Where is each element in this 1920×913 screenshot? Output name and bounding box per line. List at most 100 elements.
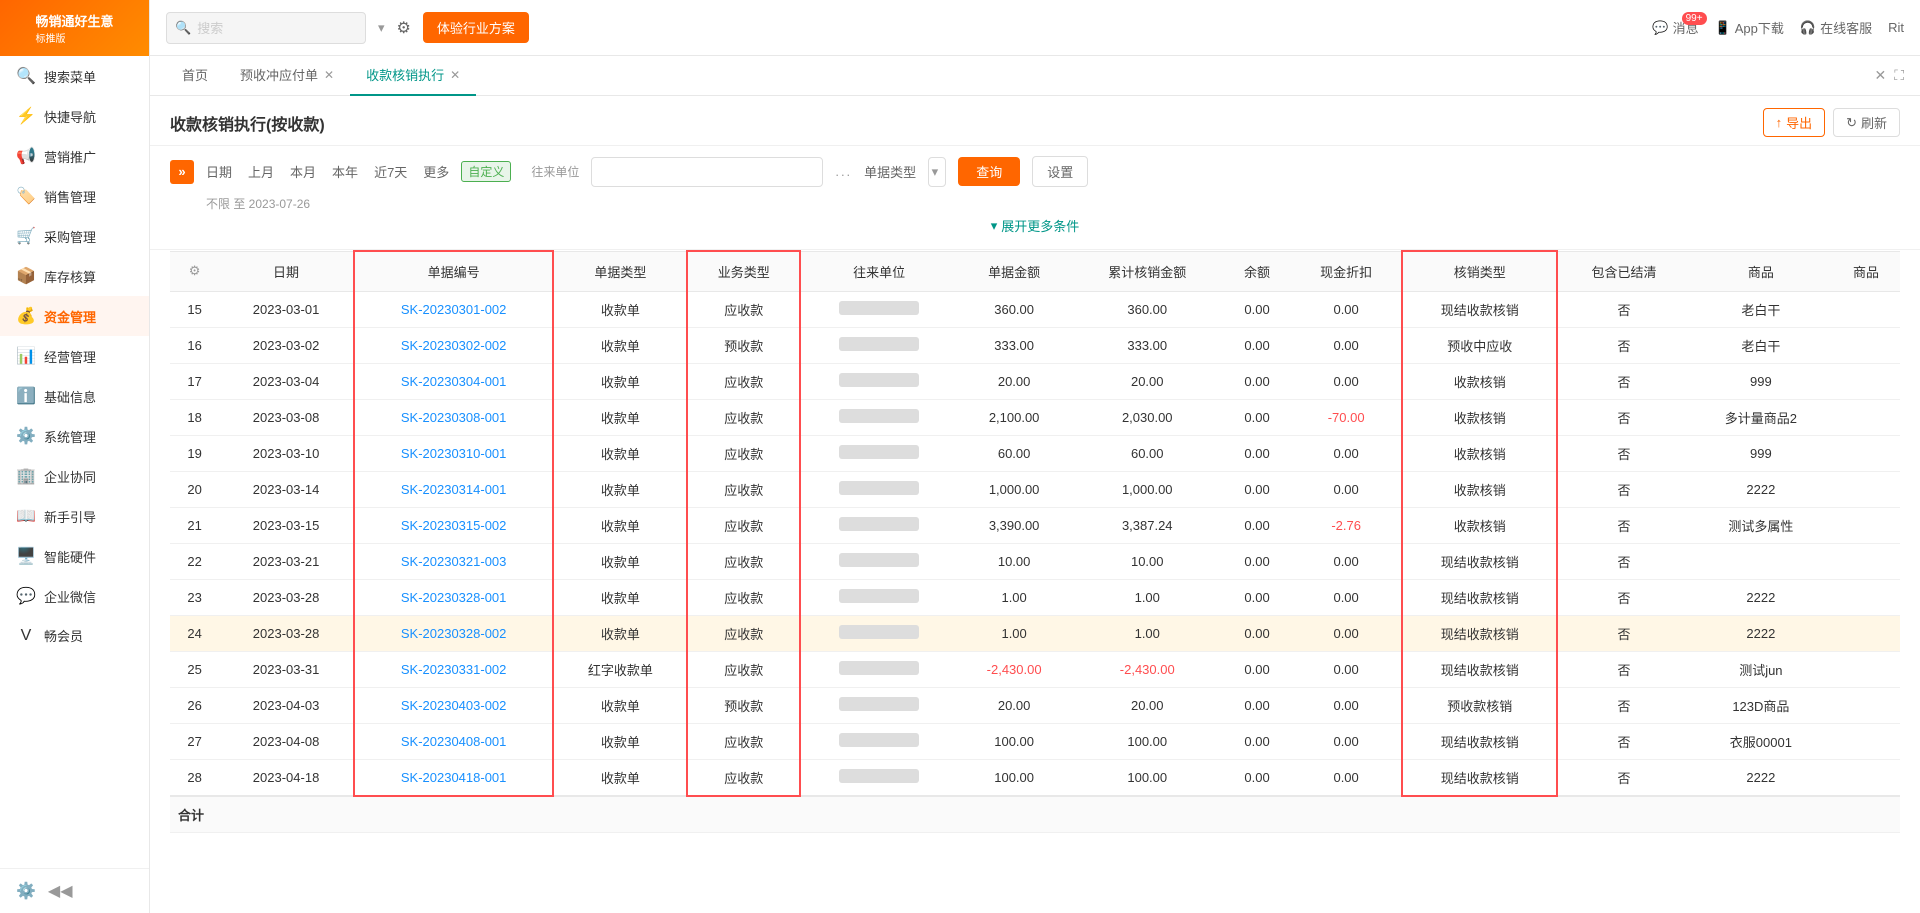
doc-type-select[interactable]	[928, 157, 946, 187]
sidebar-item-finance[interactable]: 💰 资金管理	[0, 296, 149, 336]
refresh-label: 刷新	[1861, 113, 1887, 132]
online-service-button[interactable]: 🎧 在线客服	[1800, 18, 1872, 37]
doc-no-link[interactable]: SK-20230304-001	[401, 374, 507, 389]
tab-close-icon[interactable]: ✕	[324, 68, 334, 82]
sidebar-item-marketing[interactable]: 📢 营销推广	[0, 136, 149, 176]
sidebar-item-sales[interactable]: 🏷️ 销售管理	[0, 176, 149, 216]
th-doc-type: 单据类型	[553, 251, 687, 292]
date-option-last-month[interactable]: 上月	[244, 160, 278, 183]
cell-verify-type: 收款核销	[1402, 364, 1557, 400]
cell-biz-type: 应收款	[687, 292, 800, 328]
doc-no-link[interactable]: SK-20230418-001	[401, 770, 507, 785]
refresh-button[interactable]: ↻ 刷新	[1833, 108, 1900, 137]
cell-party	[800, 364, 957, 400]
cell-doc-no[interactable]: SK-20230302-002	[354, 328, 553, 364]
cell-doc-no[interactable]: SK-20230331-002	[354, 652, 553, 688]
sidebar-item-purchase[interactable]: 🛒 采购管理	[0, 216, 149, 256]
cell-goods2	[1832, 472, 1900, 508]
party-filter-input[interactable]	[591, 157, 823, 187]
cell-num: 18	[170, 400, 219, 436]
cell-doc-no[interactable]: SK-20230328-001	[354, 580, 553, 616]
doc-no-link[interactable]: SK-20230308-001	[401, 410, 507, 425]
user-profile[interactable]: Rit	[1888, 20, 1904, 35]
cell-balance: 0.00	[1223, 328, 1291, 364]
cell-included: 否	[1557, 364, 1689, 400]
date-option-7days[interactable]: 近7天	[370, 160, 411, 183]
expand-more-conditions[interactable]: ▾ 展开更多条件	[991, 216, 1080, 235]
settings-bottom-icon[interactable]: ⚙️	[16, 881, 36, 901]
expand-filter-button[interactable]: »	[170, 160, 194, 184]
cell-doc-no[interactable]: SK-20230304-001	[354, 364, 553, 400]
cell-verified: 3,387.24	[1071, 508, 1223, 544]
table-gear-icon[interactable]: ⚙	[189, 263, 201, 278]
sidebar-item-basicinfo[interactable]: ℹ️ 基础信息	[0, 376, 149, 416]
cell-included: 否	[1557, 688, 1689, 724]
sidebar-item-system[interactable]: ⚙️ 系统管理	[0, 416, 149, 456]
close-window-icon[interactable]: ✕	[1874, 67, 1886, 84]
cell-doc-no[interactable]: SK-20230328-002	[354, 616, 553, 652]
cell-biz-type: 预收款	[687, 328, 800, 364]
export-button[interactable]: ↑ 导出	[1763, 108, 1826, 137]
doc-no-link[interactable]: SK-20230302-002	[401, 338, 507, 353]
sidebar-item-hardware[interactable]: 🖥️ 智能硬件	[0, 536, 149, 576]
date-option-this-month[interactable]: 本月	[286, 160, 320, 183]
doc-no-link[interactable]: SK-20230328-001	[401, 590, 507, 605]
sidebar-item-quicknav[interactable]: ⚡ 快捷导航	[0, 96, 149, 136]
doc-no-link[interactable]: SK-20230328-002	[401, 626, 507, 641]
cell-doc-type: 收款单	[553, 724, 687, 760]
collapse-icon[interactable]: ◀◀	[48, 881, 73, 901]
doc-no-link[interactable]: SK-20230301-002	[401, 302, 507, 317]
th-included: 包含已结清	[1557, 251, 1689, 292]
cell-doc-no[interactable]: SK-20230308-001	[354, 400, 553, 436]
sidebar-item-operations[interactable]: 📊 经营管理	[0, 336, 149, 376]
cell-doc-no[interactable]: SK-20230321-003	[354, 544, 553, 580]
industry-solution-button[interactable]: 体验行业方案	[423, 12, 529, 43]
cell-biz-type: 预收款	[687, 688, 800, 724]
cell-doc-no[interactable]: SK-20230403-002	[354, 688, 553, 724]
cell-verified: 60.00	[1071, 436, 1223, 472]
doc-no-link[interactable]: SK-20230331-002	[401, 662, 507, 677]
app-download-button[interactable]: 📱 App下载	[1715, 18, 1784, 37]
cell-doc-no[interactable]: SK-20230301-002	[354, 292, 553, 328]
doc-no-link[interactable]: SK-20230314-001	[401, 482, 507, 497]
messages-button[interactable]: 💬 消息 99+	[1652, 18, 1698, 37]
cell-amount: 10.00	[957, 544, 1072, 580]
sidebar-item-member[interactable]: V 畅会员	[0, 616, 149, 655]
sidebar-item-inventory[interactable]: 📦 库存核算	[0, 256, 149, 296]
tab-collection[interactable]: 收款核销执行 ✕	[350, 56, 476, 96]
table-area[interactable]: ⚙ 日期 单据编号 单据类型 业务类型 往来单位 单据金额 累计核销金额 余额 …	[150, 250, 1920, 913]
sidebar-item-wechat[interactable]: 💬 企业微信	[0, 576, 149, 616]
cell-num: 22	[170, 544, 219, 580]
custom-date-label[interactable]: 自定义	[461, 161, 511, 182]
cell-doc-no[interactable]: SK-20230418-001	[354, 760, 553, 797]
sidebar-item-enterprise[interactable]: 🏢 企业协同	[0, 456, 149, 496]
cell-doc-no[interactable]: SK-20230314-001	[354, 472, 553, 508]
doc-no-link[interactable]: SK-20230321-003	[401, 554, 507, 569]
maximize-icon[interactable]: ⛶	[1894, 67, 1904, 84]
sidebar-item-search[interactable]: 🔍 搜索菜单	[0, 56, 149, 96]
cell-verified: 1.00	[1071, 580, 1223, 616]
doc-no-link[interactable]: SK-20230403-002	[401, 698, 507, 713]
doc-no-link[interactable]: SK-20230408-001	[401, 734, 507, 749]
cell-included: 否	[1557, 760, 1689, 797]
topbar-dropdown-arrow[interactable]: ▾	[378, 20, 385, 36]
settings-button[interactable]: 设置	[1032, 156, 1088, 187]
tab-prepay[interactable]: 预收冲应付单 ✕	[224, 56, 350, 96]
topbar-search-box[interactable]: 🔍 搜索	[166, 12, 366, 44]
cell-doc-no[interactable]: SK-20230315-002	[354, 508, 553, 544]
sidebar-item-guide[interactable]: 📖 新手引导	[0, 496, 149, 536]
doc-no-link[interactable]: SK-20230310-001	[401, 446, 507, 461]
date-option-more[interactable]: 更多	[419, 160, 453, 183]
topbar-gear-icon[interactable]: ⚙	[397, 18, 411, 38]
th-gear[interactable]: ⚙	[170, 251, 219, 292]
tab-close-icon[interactable]: ✕	[450, 68, 460, 82]
cell-balance: 0.00	[1223, 688, 1291, 724]
tab-home[interactable]: 首页	[166, 56, 224, 96]
query-button[interactable]: 查询	[958, 157, 1020, 186]
date-option-this-year[interactable]: 本年	[328, 160, 362, 183]
cell-discount: 0.00	[1291, 760, 1402, 797]
cell-goods2	[1832, 328, 1900, 364]
cell-doc-no[interactable]: SK-20230310-001	[354, 436, 553, 472]
cell-doc-no[interactable]: SK-20230408-001	[354, 724, 553, 760]
doc-no-link[interactable]: SK-20230315-002	[401, 518, 507, 533]
